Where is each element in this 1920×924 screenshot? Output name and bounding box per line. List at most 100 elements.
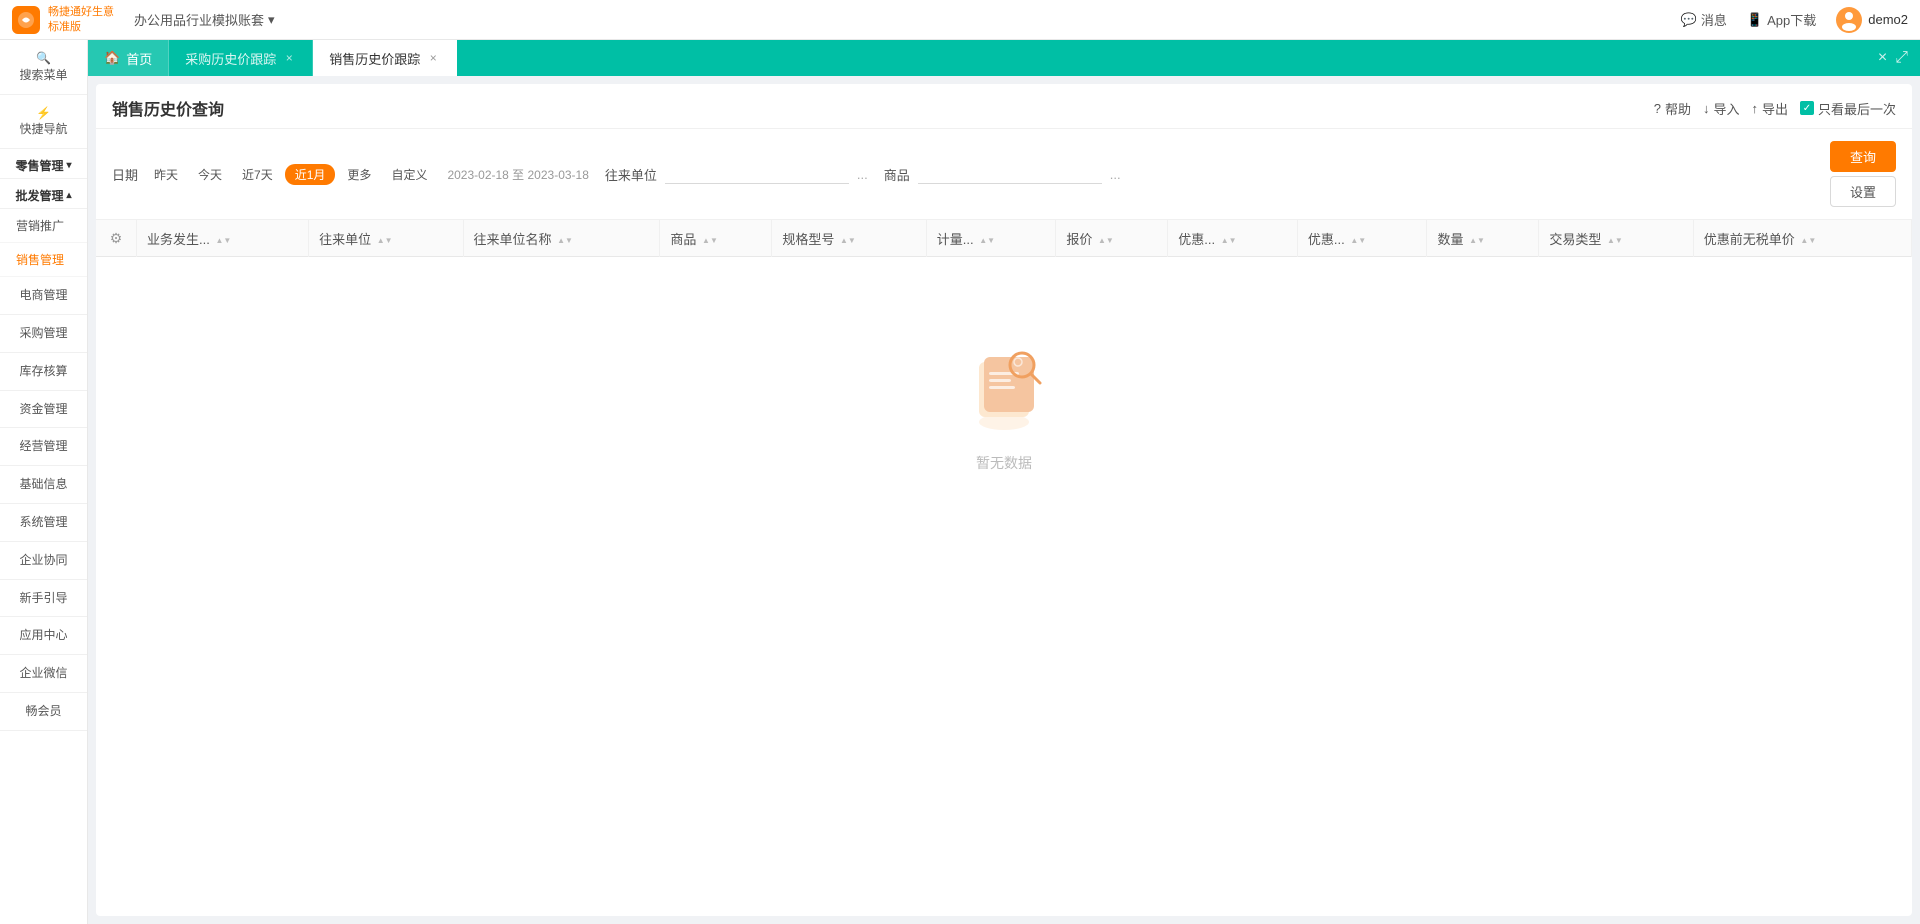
data-table: ⚙ 业务发生... ▲▼ 往来单位 ▲▼ 往来单位名称 ▲▼ [96,220,1912,257]
empty-state: 暂无数据 [96,257,1912,553]
th-trade-type[interactable]: 交易类型 ▲▼ [1539,220,1693,257]
logo-text: 畅捷通好生意 标准版 [48,5,114,34]
tab-purchase-history[interactable]: 采购历史价跟踪 × [169,40,313,76]
sidebar-item-wholesale-mgmt[interactable]: 批发管理 ▴ [0,179,87,209]
th-discount1[interactable]: 优惠... ▲▼ [1168,220,1298,257]
sort-icon: ▲▼ [840,236,856,245]
product-filter-group: 商品 ... [884,164,1121,184]
date-opt-7days[interactable]: 近7天 [234,164,281,185]
partner-filter-group: 往来单位 ... [605,164,868,184]
close-window-button[interactable]: × [1878,49,1887,67]
th-biz-date[interactable]: 业务发生... ▲▼ [137,220,309,257]
date-label: 日期 [112,165,138,184]
th-quote[interactable]: 报价 ▲▼ [1056,220,1168,257]
product-input[interactable] [918,164,1102,184]
table-area: ⚙ 业务发生... ▲▼ 往来单位 ▲▼ 往来单位名称 ▲▼ [96,220,1912,916]
download-icon: 📱 [1747,12,1763,28]
th-product[interactable]: 商品 ▲▼ [660,220,772,257]
date-opt-custom[interactable]: 自定义 [383,164,435,185]
date-opt-1month[interactable]: 近1月 [285,164,336,185]
export-button[interactable]: ↑ 导出 [1751,99,1788,118]
th-partner-code[interactable]: 往来单位 ▲▼ [309,220,463,257]
th-partner-name[interactable]: 往来单位名称 ▲▼ [463,220,660,257]
tab-actions: × ⤢ [1878,49,1920,67]
chevron-down-icon: ▾ [268,12,275,28]
user-area[interactable]: demo2 [1836,7,1908,33]
gear-icon[interactable]: ⚙ [106,228,126,248]
help-button[interactable]: ? 帮助 [1654,99,1691,118]
sidebar-item-finance[interactable]: 资金管理 [0,391,87,429]
sort-icon: ▲▼ [1469,236,1485,245]
date-opt-more[interactable]: 更多 [339,164,379,185]
th-pre-tax-price[interactable]: 优惠前无税单价 ▲▼ [1693,220,1911,257]
home-icon: 🏠 [104,50,120,66]
content-area: 🏠 首页 采购历史价跟踪 × 销售历史价跟踪 × × ⤢ 销售历史价查询 [88,40,1920,924]
query-button[interactable]: 查询 [1830,141,1896,172]
close-tab-purchase-icon[interactable]: × [282,51,296,65]
sidebar-item-marketing[interactable]: 营销推广 [0,209,87,243]
sidebar: 🔍 搜索菜单 ⚡ 快捷导航 零售管理 ▾ 批发管理 ▴ 营销推广 销售管理 电商… [0,40,88,924]
import-button[interactable]: ↓ 导入 [1703,99,1740,118]
sidebar-item-vip[interactable]: 畅会员 [0,693,87,731]
date-opt-yesterday[interactable]: 昨天 [146,164,186,185]
header-center: 办公用品行业模拟账套 ▾ [134,10,1681,29]
product-dots: ... [1110,167,1121,182]
sort-icon: ▲▼ [1607,236,1623,245]
sort-icon: ▲▼ [557,236,573,245]
th-spec[interactable]: 规格型号 ▲▼ [772,220,926,257]
empty-text: 暂无数据 [976,453,1032,473]
message-button[interactable]: 💬 消息 [1681,10,1727,29]
logo-icon [12,6,40,34]
date-range-text: 2023-02-18 至 2023-03-18 [447,166,588,183]
sidebar-item-inventory[interactable]: 库存核算 [0,353,87,391]
maximize-window-button[interactable]: ⤢ [1895,49,1908,67]
sidebar-item-new-guide[interactable]: 新手引导 [0,580,87,618]
settings-button[interactable]: 设置 [1830,176,1896,207]
sidebar-item-retail-mgmt[interactable]: 零售管理 ▾ [0,149,87,179]
header-right: 💬 消息 📱 App下载 demo2 [1681,7,1908,33]
checkbox-icon: ✓ [1800,101,1814,115]
sort-icon: ▲▼ [702,236,718,245]
tab-home[interactable]: 🏠 首页 [88,40,169,76]
partner-input[interactable] [665,164,849,184]
username-label: demo2 [1868,12,1908,27]
sidebar-item-sales-mgmt[interactable]: 销售管理 [0,243,87,277]
page-title: 销售历史价查询 [112,96,224,120]
sidebar-item-quick-nav[interactable]: ⚡ 快捷导航 [0,95,87,150]
sidebar-item-ecommerce[interactable]: 电商管理 [0,277,87,315]
sidebar-item-purchase-mgmt[interactable]: 采购管理 [0,315,87,353]
export-icon: ↑ [1751,101,1758,116]
sidebar-item-enterprise-wechat[interactable]: 企业微信 [0,655,87,693]
sort-icon: ▲▼ [1098,236,1114,245]
sidebar-item-enterprise-collab[interactable]: 企业协同 [0,542,87,580]
top-header: 畅捷通好生意 标准版 办公用品行业模拟账套 ▾ 💬 消息 📱 App下载 dem… [0,0,1920,40]
only-last-checkbox[interactable]: ✓ 只看最后一次 [1800,99,1896,118]
sidebar-item-search-menu[interactable]: 🔍 搜索菜单 [0,40,87,95]
page-header: 销售历史价查询 ? 帮助 ↓ 导入 ↑ 导出 ✓ [96,84,1912,129]
th-unit[interactable]: 计量... ▲▼ [926,220,1056,257]
table-header: ⚙ 业务发生... ▲▼ 往来单位 ▲▼ 往来单位名称 ▲▼ [96,220,1912,257]
filter-area: 日期 昨天 今天 近7天 近1月 更多 自定义 2023-02-18 至 202… [96,129,1912,220]
sort-icon: ▲▼ [377,236,393,245]
sidebar-item-system-mgmt[interactable]: 系统管理 [0,504,87,542]
sidebar-item-operations[interactable]: 经营管理 [0,428,87,466]
sidebar-item-basic-info[interactable]: 基础信息 [0,466,87,504]
sort-icon: ▲▼ [1221,236,1237,245]
app-download-button[interactable]: 📱 App下载 [1747,10,1816,29]
close-tab-sales-icon[interactable]: × [426,51,440,65]
th-discount2[interactable]: 优惠... ▲▼ [1297,220,1427,257]
query-actions: 查询 设置 [1830,141,1896,207]
th-quantity[interactable]: 数量 ▲▼ [1427,220,1539,257]
partner-label: 往来单位 [605,165,657,184]
page-content: 销售历史价查询 ? 帮助 ↓ 导入 ↑ 导出 ✓ [96,84,1912,916]
help-icon: ? [1654,101,1661,116]
search-icon: 🔍 [36,50,51,67]
sidebar-item-app-center[interactable]: 应用中心 [0,617,87,655]
main-layout: 🔍 搜索菜单 ⚡ 快捷导航 零售管理 ▾ 批发管理 ▴ 营销推广 销售管理 电商… [0,40,1920,924]
tab-sales-history[interactable]: 销售历史价跟踪 × [313,40,457,76]
avatar [1836,7,1862,33]
workspace-selector[interactable]: 办公用品行业模拟账套 ▾ [134,10,275,29]
th-settings: ⚙ [96,220,137,257]
date-opt-today[interactable]: 今天 [190,164,230,185]
chevron-up-icon: ▴ [66,190,71,201]
